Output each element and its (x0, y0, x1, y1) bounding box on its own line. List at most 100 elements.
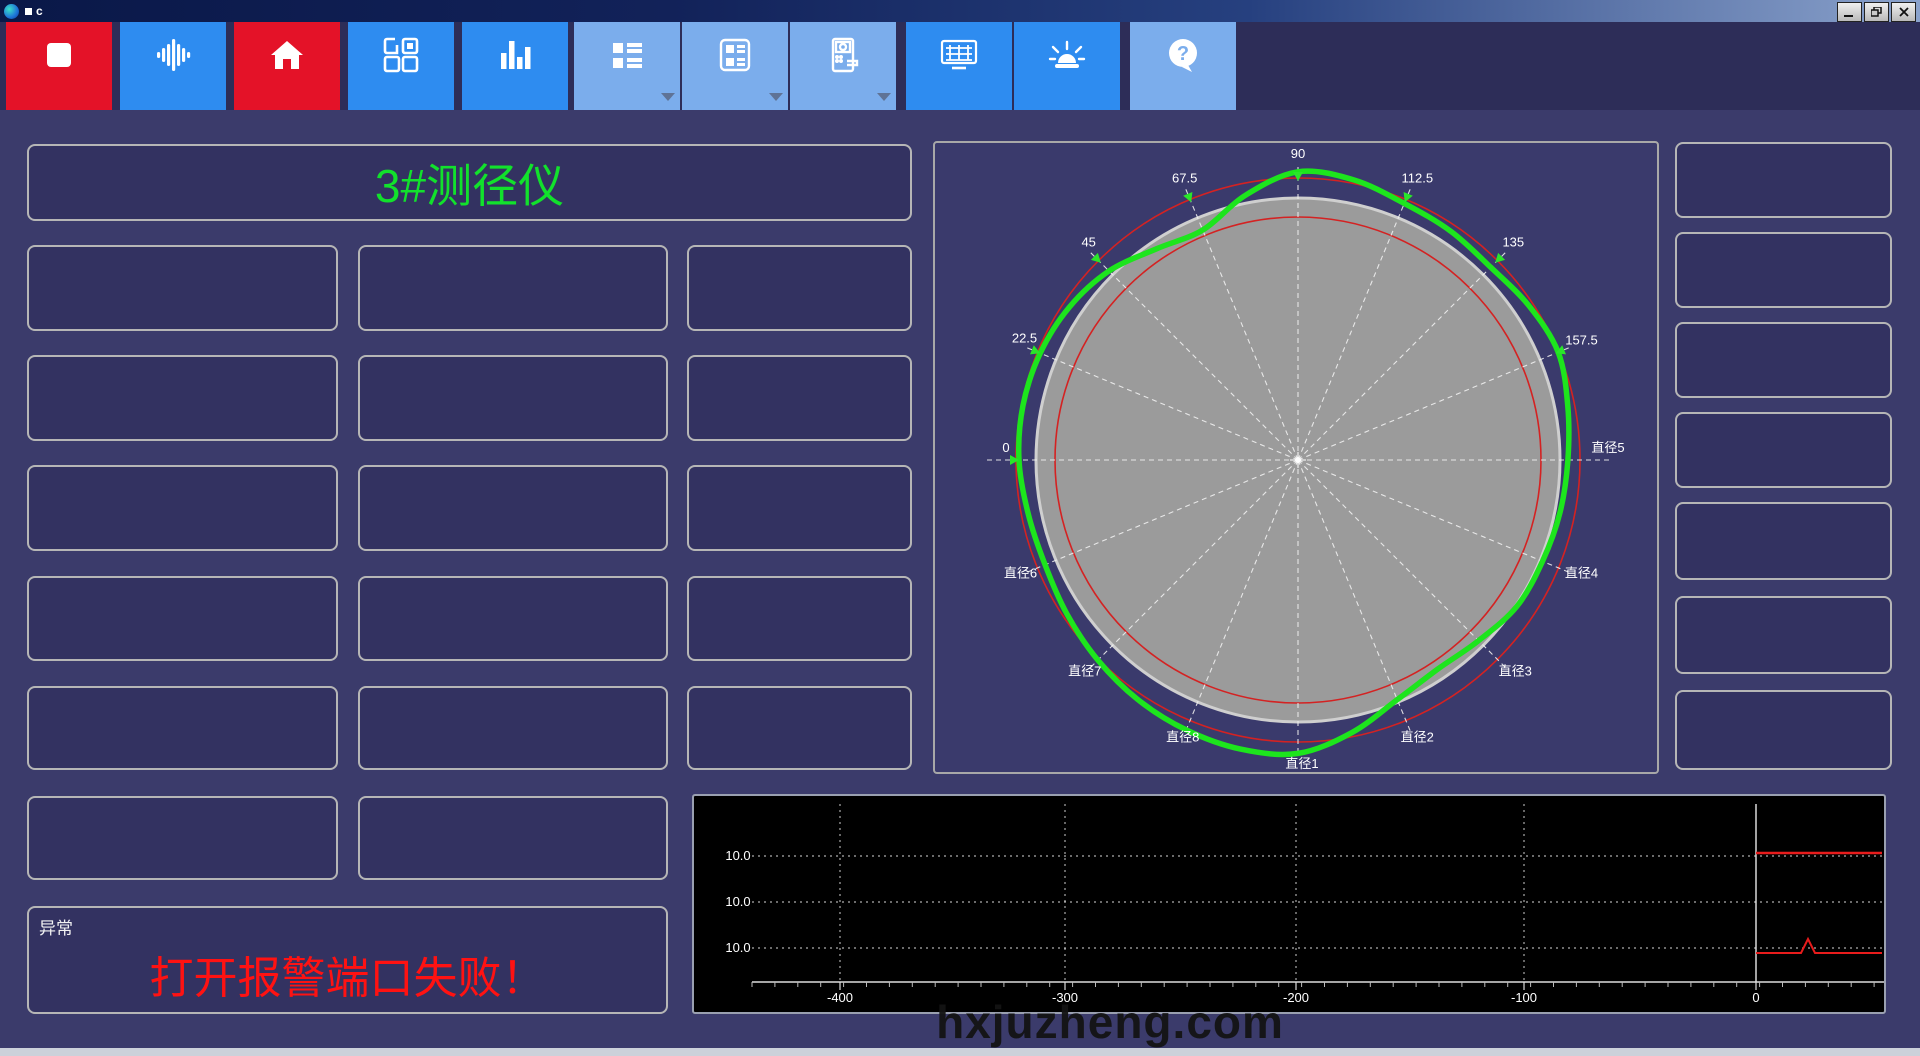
list-icon (574, 29, 680, 81)
x-axis-label: -100 (1511, 990, 1537, 1005)
sidebar-value (1677, 434, 1890, 486)
field-box (27, 796, 338, 880)
trend-chart-svg: 10.010.010.0-400 -300 -200 -100 0 (725, 804, 1884, 1005)
x-axis-label: 0 (1752, 990, 1759, 1005)
field-value (689, 491, 910, 549)
gauge-title: 3#测径仪 (374, 159, 565, 212)
field-value (29, 712, 336, 768)
dropdown-caret-icon[interactable] (877, 93, 891, 101)
sidebar-value (1677, 254, 1890, 306)
field-box (27, 465, 338, 551)
alarm-message: 打开报警端口失败！ (149, 954, 546, 1003)
svg-text:?: ? (1177, 43, 1189, 65)
title-square-glyph (25, 7, 32, 15)
dropdown-caret-icon[interactable] (769, 93, 783, 101)
sidebar-box (1675, 142, 1892, 218)
sidebar-value (1677, 524, 1890, 578)
field-value (29, 491, 336, 549)
toolbar-button-1[interactable] (6, 22, 112, 110)
field-box (358, 465, 668, 551)
field-box (687, 686, 912, 770)
field-box (358, 355, 668, 441)
trend-chart: 10.0 10.0 10.0 -400 -300 -200 -100 0 (692, 794, 1886, 1014)
field-value (360, 491, 666, 549)
field-box (687, 465, 912, 551)
stop-icon (6, 29, 112, 81)
field-value (29, 271, 336, 329)
angle-label: 90 (1291, 146, 1305, 161)
field-box (27, 355, 338, 441)
diameter-label: 直径3 (1499, 663, 1532, 678)
y-axis-label: 10.0 (725, 848, 750, 863)
minimize-button[interactable] (1837, 2, 1862, 22)
field-box (358, 686, 668, 770)
angle-label: 22.5 (1012, 331, 1037, 346)
toolbar-button-10[interactable] (1014, 22, 1120, 110)
field-value (29, 381, 336, 439)
sidebar-value (1677, 618, 1890, 672)
field-value (689, 602, 910, 659)
app-logo-icon (4, 3, 19, 19)
y-axis-label: 10.0 (725, 940, 750, 955)
diameter-label: 直径8 (1166, 730, 1199, 745)
close-button[interactable] (1891, 2, 1916, 22)
toolbar-button-4[interactable] (348, 22, 454, 110)
window-title: c (36, 4, 43, 18)
toolbar-button-9[interactable] (906, 22, 1012, 110)
sidebar-box (1675, 412, 1892, 488)
toolbar: ? (0, 22, 1920, 110)
field-value (689, 712, 910, 768)
angle-label: 67.5 (1172, 171, 1197, 186)
diameter-label: 直径2 (1401, 730, 1434, 745)
alarm-box: 异常 打开报警端口失败！ (27, 906, 668, 1014)
field-box (27, 245, 338, 331)
field-value (360, 712, 666, 768)
diameter-label: 直径7 (1068, 663, 1101, 678)
angle-label: 135 (1502, 235, 1524, 250)
toolbar-button-8[interactable] (790, 22, 896, 110)
toolbar-button-3[interactable] (234, 22, 340, 110)
sidebar-box (1675, 502, 1892, 580)
waveform-icon (120, 29, 226, 81)
field-value (360, 602, 666, 659)
profile-polar-chart: 0 22.5 45 67.5 90 112.5 135 157.5 直径5 直径6 直径7 直径8 直径… (933, 141, 1659, 774)
field-box (27, 576, 338, 661)
field-box (687, 245, 912, 331)
home-icon (234, 29, 340, 81)
field-value (689, 271, 910, 329)
angle-label: 45 (1081, 235, 1095, 250)
toolbar-button-2[interactable] (120, 22, 226, 110)
dropdown-caret-icon[interactable] (661, 93, 675, 101)
spoke-marker (1293, 172, 1303, 181)
gauge-title-box: 3#测径仪 (27, 144, 912, 221)
toolbar-button-5[interactable] (462, 22, 568, 110)
toolbar-button-7[interactable] (682, 22, 788, 110)
trace-line (1756, 936, 1882, 954)
field-value (29, 822, 336, 878)
restore-button[interactable] (1864, 2, 1889, 22)
angle-label: 0 (1002, 440, 1009, 455)
sidebar-box (1675, 232, 1892, 308)
diameter-label: 直径4 (1565, 565, 1598, 580)
angle-label: 112.5 (1402, 171, 1434, 186)
toolbar-button-6[interactable] (574, 22, 680, 110)
field-box (687, 355, 912, 441)
watermark-text: hxjuzheng.com (936, 996, 1284, 1048)
form-icon (682, 29, 788, 81)
field-value (360, 271, 666, 329)
toolbar-button-11[interactable]: ? (1130, 22, 1236, 110)
window-controls (1837, 2, 1916, 22)
field-box (358, 796, 668, 880)
sidebar-value (1677, 164, 1890, 216)
application-window: c ? 3#测径仪 异常 打开报警端口失败！ 0 22.5 45 67.5 90 112.… (0, 0, 1920, 1056)
device-icon (790, 29, 896, 81)
field-value (360, 381, 666, 439)
monitor-icon (906, 29, 1012, 81)
help-icon: ? (1130, 29, 1236, 81)
diameter-label: 直径6 (1004, 565, 1037, 580)
sidebar-box (1675, 322, 1892, 398)
field-box (358, 245, 668, 331)
defect-icon (348, 29, 454, 81)
sidebar-value (1677, 712, 1890, 768)
field-value (689, 381, 910, 439)
